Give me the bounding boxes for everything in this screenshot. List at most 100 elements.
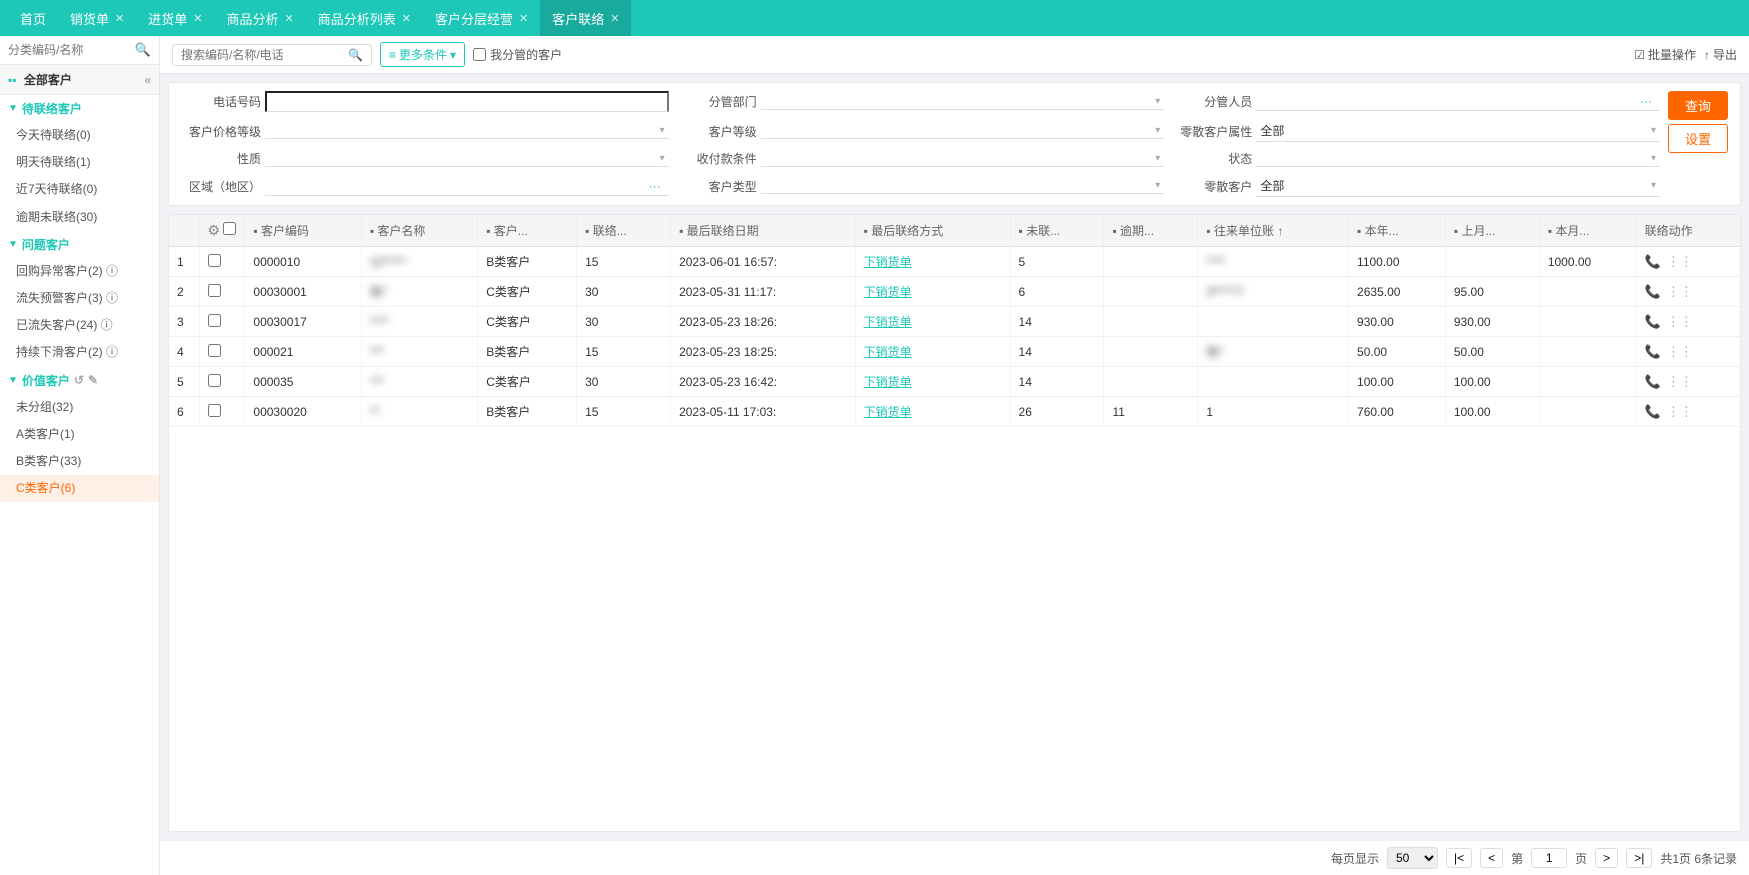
last-method-link[interactable]: 下销货单	[864, 255, 912, 269]
last-method-link[interactable]: 下销货单	[864, 375, 912, 389]
search-input[interactable]	[181, 48, 348, 62]
cell-last-method[interactable]: 下销货单	[855, 277, 1010, 307]
more-action-icon[interactable]: ⋮⋮	[1667, 374, 1693, 390]
contact-icon[interactable]: 📞	[1645, 254, 1661, 270]
cell-last-method[interactable]: 下销货单	[855, 397, 1010, 427]
row-checkbox[interactable]	[208, 404, 221, 417]
filter-payment-select[interactable]: ▾	[761, 151, 1165, 167]
cell-last-method[interactable]: 下销货单	[855, 247, 1010, 277]
refresh-icon[interactable]: ↺	[74, 373, 84, 387]
cell-last-method[interactable]: 下销货单	[855, 367, 1010, 397]
row-checkbox[interactable]	[208, 374, 221, 387]
sidebar-item-overdue[interactable]: 逾期未联络(30)	[0, 204, 159, 231]
filter-dept-select[interactable]: ▾	[761, 94, 1165, 110]
more-action-icon[interactable]: ⋮⋮	[1667, 344, 1693, 360]
batch-op-button[interactable]: ☑ 批量操作	[1634, 46, 1696, 63]
close-icon[interactable]: ✕	[402, 12, 411, 25]
region-ellipsis-button[interactable]: ···	[645, 179, 665, 193]
row-checkbox[interactable]	[208, 344, 221, 357]
export-button[interactable]: ↑ 导出	[1704, 46, 1737, 63]
nav-product-analysis[interactable]: 商品分析 ✕	[214, 0, 305, 36]
select-all-checkbox[interactable]	[223, 222, 236, 235]
more-filter-button[interactable]: ≡ 更多条件 ▾	[380, 42, 465, 67]
sidebar-item-7days[interactable]: 近7天待联络(0)	[0, 176, 159, 203]
set-button[interactable]: 设置	[1668, 124, 1728, 153]
sidebar-search-input[interactable]	[8, 43, 135, 57]
cell-checkbox[interactable]	[199, 247, 245, 277]
row-checkbox[interactable]	[208, 314, 221, 327]
sidebar-all-customers[interactable]: ▪▪ 全部客户 «	[0, 65, 159, 95]
nav-sales-order[interactable]: 销货单 ✕	[58, 0, 136, 36]
last-page-button[interactable]: >|	[1626, 848, 1652, 868]
filter-customer-level-select[interactable]: ▾	[761, 123, 1165, 139]
my-customers-checkbox[interactable]	[473, 48, 486, 61]
cell-checkbox[interactable]	[199, 367, 245, 397]
edit-icon[interactable]: ✎	[88, 373, 98, 387]
close-icon[interactable]: ✕	[115, 12, 124, 25]
sidebar-item-churn-warning[interactable]: 流失预警客户(3) ⓘ	[0, 285, 159, 312]
cell-unliaised: 14	[1010, 307, 1104, 337]
my-customers-checkbox-label[interactable]: 我分管的客户	[473, 46, 562, 63]
nav-customer-tier[interactable]: 客户分层经营 ✕	[423, 0, 540, 36]
nav-customer-contact[interactable]: 客户联络 ✕	[540, 0, 631, 36]
contact-icon[interactable]: 📞	[1645, 314, 1661, 330]
filter-cell-dept: 分管部门 ▾	[677, 93, 1165, 110]
close-icon[interactable]: ✕	[285, 12, 294, 25]
sidebar-item-ungrouped[interactable]: 未分组(32)	[0, 394, 159, 421]
last-method-link[interactable]: 下销货单	[864, 345, 912, 359]
last-method-link[interactable]: 下销货单	[864, 405, 912, 419]
next-page-button[interactable]: >	[1595, 848, 1618, 868]
sidebar-item-a-class[interactable]: A类客户(1)	[0, 421, 159, 448]
sidebar-item-declining[interactable]: 持续下滑客户(2) ⓘ	[0, 339, 159, 366]
filter-retail-customer-select[interactable]: 全部 ▾	[1256, 175, 1660, 197]
more-action-icon[interactable]: ⋮⋮	[1667, 284, 1693, 300]
sidebar-item-repurchase-abnormal[interactable]: 回购异常客户(2) ⓘ	[0, 258, 159, 285]
last-method-link[interactable]: 下销货单	[864, 315, 912, 329]
nav-product-list[interactable]: 商品分析列表 ✕	[306, 0, 423, 36]
manager-ellipsis-button[interactable]: ···	[1636, 94, 1656, 108]
gear-icon[interactable]: ⚙	[208, 222, 221, 238]
close-icon[interactable]: ✕	[193, 12, 202, 25]
contact-icon[interactable]: 📞	[1645, 284, 1661, 300]
cell-checkbox[interactable]	[199, 307, 245, 337]
cell-checkbox[interactable]	[199, 337, 245, 367]
cell-last-method[interactable]: 下销货单	[855, 307, 1010, 337]
more-action-icon[interactable]: ⋮⋮	[1667, 314, 1693, 330]
col-checkbox[interactable]: ⚙	[199, 215, 245, 247]
row-checkbox[interactable]	[208, 254, 221, 267]
filter-nature-select[interactable]: ▾	[265, 151, 669, 167]
search-icon[interactable]: 🔍	[348, 48, 363, 62]
contact-icon[interactable]: 📞	[1645, 344, 1661, 360]
cell-checkbox[interactable]	[199, 397, 245, 427]
filter-phone-input[interactable]	[265, 91, 669, 112]
close-icon[interactable]: ✕	[519, 12, 528, 25]
row-checkbox[interactable]	[208, 284, 221, 297]
first-page-button[interactable]: |<	[1446, 848, 1472, 868]
nav-purchase-order[interactable]: 进货单 ✕	[136, 0, 214, 36]
cell-last-method[interactable]: 下销货单	[855, 337, 1010, 367]
more-action-icon[interactable]: ⋮⋮	[1667, 404, 1693, 420]
per-page-select[interactable]: 50 100	[1387, 847, 1438, 869]
collapse-icon[interactable]: «	[144, 73, 151, 87]
filter-customer-type-select[interactable]: ▾	[761, 178, 1165, 194]
more-action-icon[interactable]: ⋮⋮	[1667, 254, 1693, 270]
filter-price-level-select[interactable]: ▾	[265, 123, 669, 139]
close-icon[interactable]: ✕	[610, 12, 619, 25]
cell-type: C类客户	[478, 307, 577, 337]
query-button[interactable]: 查询	[1668, 91, 1728, 120]
cell-checkbox[interactable]	[199, 277, 245, 307]
contact-icon[interactable]: 📞	[1645, 374, 1661, 390]
prev-page-button[interactable]: <	[1480, 848, 1503, 868]
sidebar-item-b-class[interactable]: B类客户(33)	[0, 448, 159, 475]
filter-status-select[interactable]: ▾	[1256, 151, 1660, 167]
page-input[interactable]	[1531, 848, 1567, 868]
contact-icon[interactable]: 📞	[1645, 404, 1661, 420]
sidebar-item-tomorrow[interactable]: 明天待联络(1)	[0, 149, 159, 176]
nav-home[interactable]: 首页	[8, 0, 58, 36]
cell-no: 2	[169, 277, 199, 307]
filter-retail-attr-select[interactable]: 全部 ▾	[1256, 120, 1660, 142]
sidebar-item-c-class[interactable]: C类客户(6)	[0, 475, 159, 502]
sidebar-item-churned[interactable]: 已流失客户(24) ⓘ	[0, 312, 159, 339]
sidebar-item-today[interactable]: 今天待联络(0)	[0, 122, 159, 149]
last-method-link[interactable]: 下销货单	[864, 285, 912, 299]
